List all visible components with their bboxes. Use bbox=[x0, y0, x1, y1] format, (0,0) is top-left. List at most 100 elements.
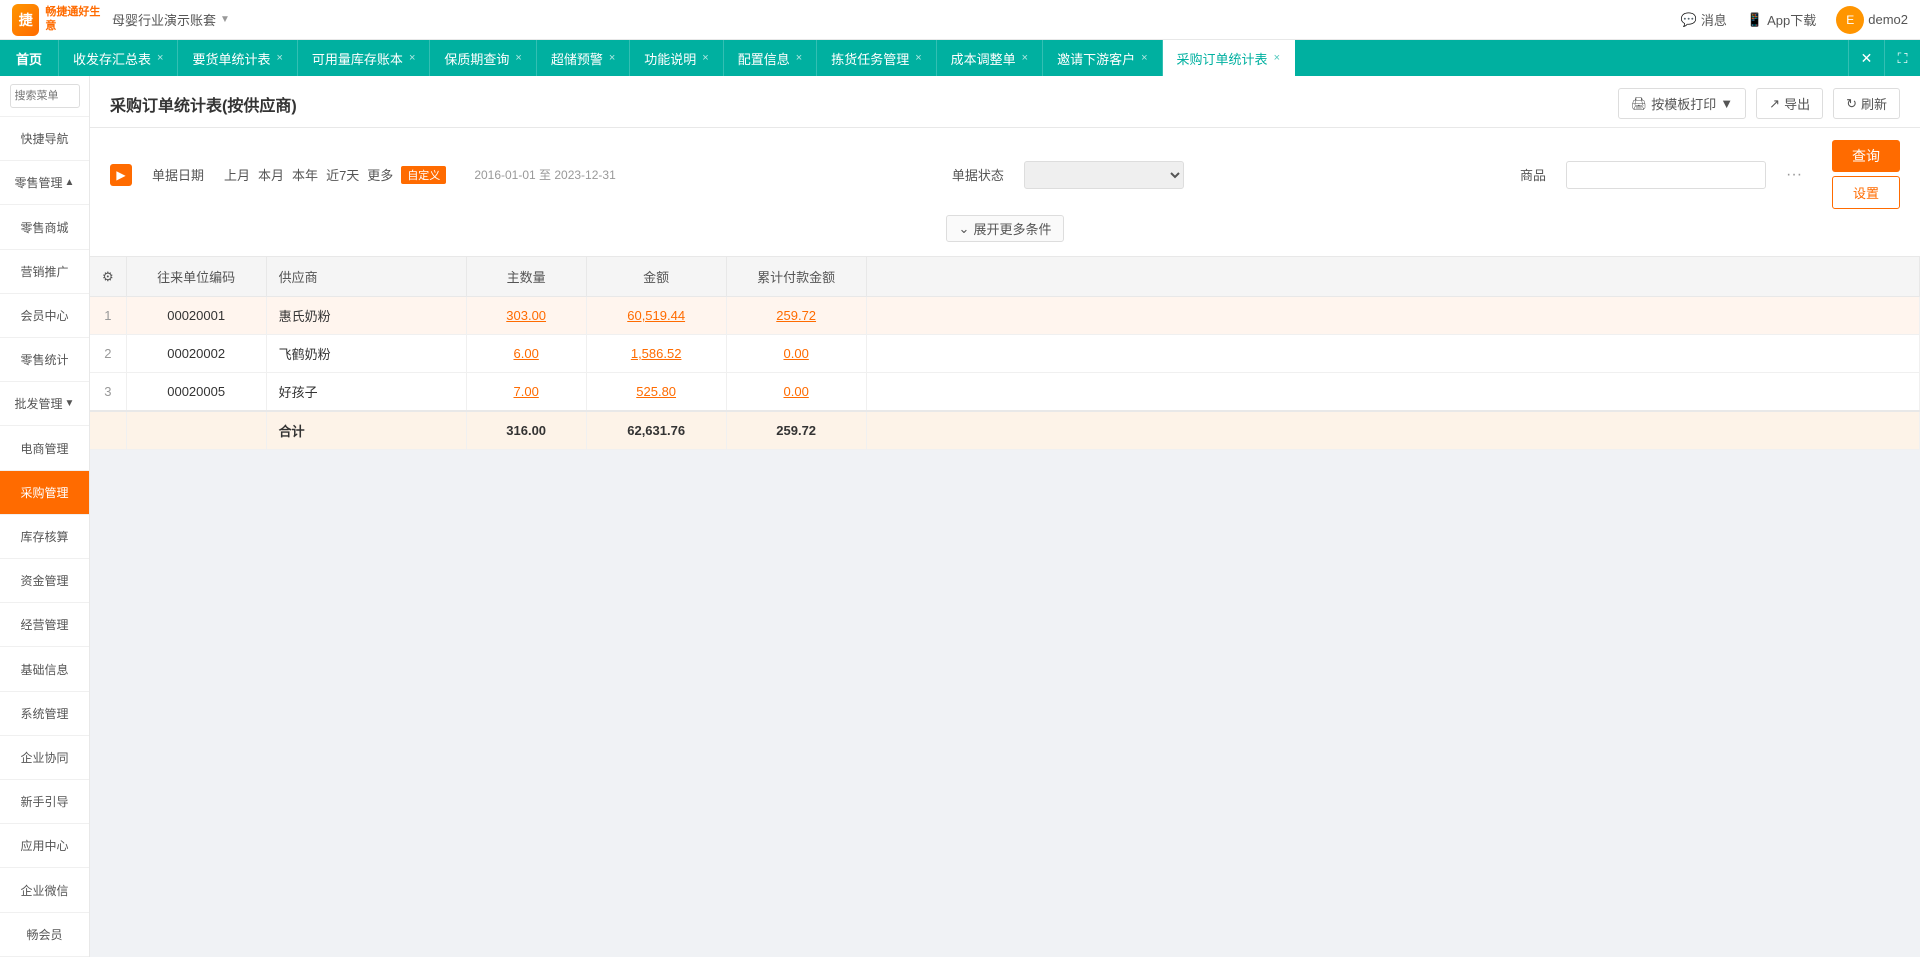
row-qty: 7.00 bbox=[466, 373, 586, 412]
sidebar-label-ecommerce: 电商管理 bbox=[20, 440, 68, 457]
row-paid: 0.00 bbox=[726, 335, 866, 373]
message-btn[interactable]: 💬 消息 bbox=[1681, 10, 1727, 29]
row-qty: 6.00 bbox=[466, 335, 586, 373]
date-shortcut-more[interactable]: 更多 bbox=[367, 165, 393, 184]
sidebar-item-system[interactable]: 系统管理 bbox=[0, 692, 89, 736]
sidebar-item-marketing[interactable]: 营销推广 bbox=[0, 250, 89, 294]
expand-more-btn[interactable]: ⌄ 展开更多条件 bbox=[946, 215, 1065, 242]
row-extra bbox=[866, 297, 1919, 335]
sidebar-item-retail-stats[interactable]: 零售统计 bbox=[0, 338, 89, 382]
sidebar-item-finance[interactable]: 资金管理 bbox=[0, 559, 89, 603]
tab-close-10[interactable]: × bbox=[1274, 52, 1280, 64]
tab-label-6: 配置信息 bbox=[738, 49, 790, 68]
tab-close-1[interactable]: × bbox=[276, 52, 282, 64]
tab-label-7: 拣货任务管理 bbox=[831, 49, 909, 68]
filter-toggle-btn[interactable]: ▶ bbox=[110, 164, 132, 186]
tab-label-8: 成本调整单 bbox=[951, 49, 1016, 68]
sidebar: 快捷导航 零售管理 ▲ 零售商城 营销推广 会员中心 零售统计 批发管理 ▼ 电… bbox=[0, 76, 90, 957]
date-shortcuts: 上月 本月 本年 近7天 更多 自定义 bbox=[224, 165, 446, 184]
row-supplier: 飞鹤奶粉 bbox=[266, 335, 466, 373]
status-select[interactable] bbox=[1024, 161, 1184, 189]
sidebar-item-retail-mgmt[interactable]: 零售管理 ▲ bbox=[0, 161, 89, 205]
footer-amount: 62,631.76 bbox=[586, 411, 726, 450]
goods-filter-more-btn[interactable]: ··· bbox=[1786, 166, 1802, 184]
th-supplier: 供应商 bbox=[266, 257, 466, 297]
sidebar-item-inventory[interactable]: 库存核算 bbox=[0, 515, 89, 559]
sidebar-item-wechat[interactable]: 企业微信 bbox=[0, 868, 89, 912]
sidebar-item-purchase[interactable]: 采购管理 bbox=[0, 471, 89, 515]
sidebar-item-members[interactable]: 会员中心 bbox=[0, 294, 89, 338]
tab-label-0: 收发存汇总表 bbox=[73, 49, 151, 68]
settings-btn[interactable]: 设置 bbox=[1832, 176, 1900, 209]
th-qty: 主数量 bbox=[466, 257, 586, 297]
logo-icon: 捷 bbox=[12, 4, 39, 36]
nav-tab-6[interactable]: 配置信息 × bbox=[724, 40, 817, 76]
logo-area: 捷 畅捷通好生意 bbox=[12, 4, 102, 36]
sidebar-label-operation: 经营管理 bbox=[20, 616, 68, 633]
sidebar-item-basics[interactable]: 基础信息 bbox=[0, 647, 89, 691]
nav-tab-5[interactable]: 功能说明 × bbox=[630, 40, 723, 76]
date-shortcut-this-month[interactable]: 本月 bbox=[258, 165, 284, 184]
date-shortcut-7days[interactable]: 近7天 bbox=[326, 165, 359, 184]
nav-tab-1[interactable]: 要货单统计表 × bbox=[178, 40, 297, 76]
tab-close-6[interactable]: × bbox=[796, 52, 802, 64]
sidebar-label-marketing: 营销推广 bbox=[20, 263, 68, 280]
user-area[interactable]: E demo2 bbox=[1836, 6, 1908, 34]
sidebar-label-system: 系统管理 bbox=[20, 705, 68, 722]
nav-tab-2[interactable]: 可用量库存账本 × bbox=[298, 40, 430, 76]
tab-close-9[interactable]: × bbox=[1141, 52, 1147, 64]
date-custom-badge[interactable]: 自定义 bbox=[401, 166, 446, 184]
sidebar-label-finance: 资金管理 bbox=[20, 572, 68, 589]
tab-close-0[interactable]: × bbox=[157, 52, 163, 64]
tab-label-4: 超储预警 bbox=[551, 49, 603, 68]
sidebar-search-input[interactable] bbox=[10, 84, 80, 108]
date-shortcut-this-year[interactable]: 本年 bbox=[292, 165, 318, 184]
nav-tab-7[interactable]: 拣货任务管理 × bbox=[817, 40, 936, 76]
tab-close-8[interactable]: × bbox=[1022, 52, 1028, 64]
export-btn[interactable]: ↗ 导出 bbox=[1756, 88, 1823, 119]
data-table-wrap: ⚙ 往来单位编码 供应商 主数量 金额 累计付款金额 1 00020001 惠氏… bbox=[90, 257, 1920, 450]
nav-tab-10[interactable]: 采购订单统计表 × bbox=[1163, 40, 1295, 76]
sidebar-item-operation[interactable]: 经营管理 bbox=[0, 603, 89, 647]
sidebar-item-newbie[interactable]: 新手引导 bbox=[0, 780, 89, 824]
date-shortcut-last-month[interactable]: 上月 bbox=[224, 165, 250, 184]
tab-close-4[interactable]: × bbox=[609, 52, 615, 64]
data-table: ⚙ 往来单位编码 供应商 主数量 金额 累计付款金额 1 00020001 惠氏… bbox=[90, 257, 1920, 450]
refresh-btn[interactable]: ↻ 刷新 bbox=[1833, 88, 1900, 119]
tab-close-3[interactable]: × bbox=[515, 52, 521, 64]
query-btn[interactable]: 查询 bbox=[1832, 140, 1900, 172]
sidebar-item-ecommerce[interactable]: 电商管理 bbox=[0, 426, 89, 470]
nav-tab-3[interactable]: 保质期查询 × bbox=[430, 40, 536, 76]
sidebar-item-member[interactable]: 畅会员 bbox=[0, 913, 89, 957]
nav-tab-4[interactable]: 超储预警 × bbox=[537, 40, 630, 76]
th-settings[interactable]: ⚙ bbox=[90, 257, 126, 297]
main-content: 采购订单统计表(按供应商) 🖨 按模板打印 ▼ ↗ 导出 ↻ 刷新 bbox=[90, 76, 1920, 957]
template-print-btn[interactable]: 🖨 按模板打印 ▼ bbox=[1618, 88, 1746, 119]
app-download-btn[interactable]: 📱 App下载 bbox=[1747, 10, 1816, 29]
message-icon: 💬 bbox=[1681, 12, 1697, 28]
tab-close-5[interactable]: × bbox=[702, 52, 708, 64]
top-bar: 捷 畅捷通好生意 母婴行业演示账套 ▼ 💬 消息 📱 App下载 E demo2 bbox=[0, 0, 1920, 40]
template-arrow-icon: ▼ bbox=[1720, 96, 1733, 111]
sidebar-label-wholesale: 批发管理 bbox=[15, 395, 63, 412]
sidebar-item-wholesale[interactable]: 批发管理 ▼ bbox=[0, 382, 89, 426]
nav-close-btn[interactable]: ✕ bbox=[1848, 40, 1884, 76]
tab-close-2[interactable]: × bbox=[409, 52, 415, 64]
avatar: E bbox=[1836, 6, 1864, 34]
tab-close-7[interactable]: × bbox=[915, 52, 921, 64]
sidebar-item-retail-mall[interactable]: 零售商城 bbox=[0, 205, 89, 249]
sidebar-label-wechat: 企业微信 bbox=[20, 882, 68, 899]
nav-tab-0[interactable]: 收发存汇总表 × bbox=[59, 40, 178, 76]
row-code: 00020005 bbox=[126, 373, 266, 412]
sidebar-item-appcenter[interactable]: 应用中心 bbox=[0, 824, 89, 868]
sidebar-label-collab: 企业协同 bbox=[20, 749, 68, 766]
sidebar-item-collab[interactable]: 企业协同 bbox=[0, 736, 89, 780]
nav-tab-9[interactable]: 邀请下游客户 × bbox=[1043, 40, 1162, 76]
goods-filter-input[interactable] bbox=[1566, 161, 1766, 189]
expand-more-area: ⌄ 展开更多条件 bbox=[110, 209, 1900, 244]
nav-tab-8[interactable]: 成本调整单 × bbox=[937, 40, 1043, 76]
sidebar-item-quicknav[interactable]: 快捷导航 bbox=[0, 117, 89, 161]
nav-fullscreen-btn[interactable]: ⛶ bbox=[1884, 40, 1920, 76]
nav-tab-home[interactable]: 首页 bbox=[0, 40, 59, 76]
workspace-selector[interactable]: 母婴行业演示账套 ▼ bbox=[112, 10, 230, 29]
